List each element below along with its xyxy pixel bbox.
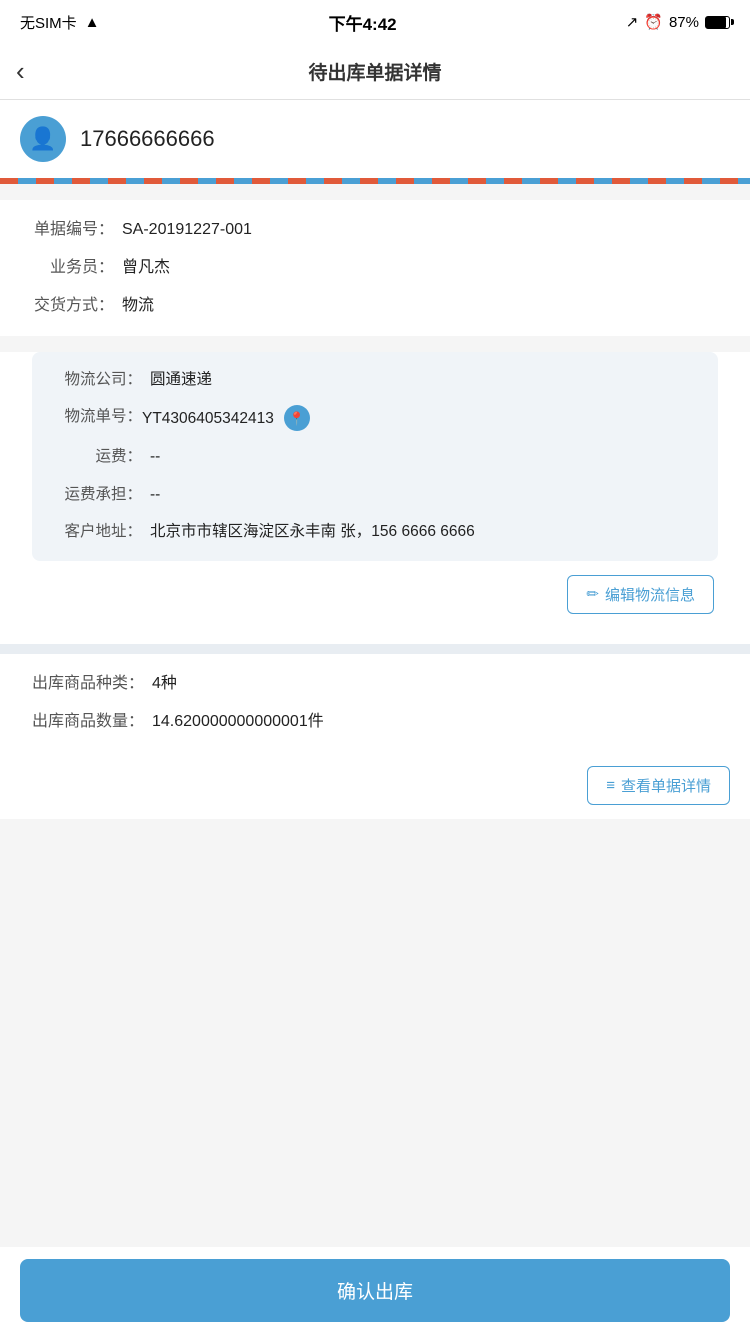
tracking-location-icon[interactable]: 📍 xyxy=(284,405,310,431)
status-bar: 无SIM卡 ▲ 下午4:42 ↗ ⏰ 87% xyxy=(0,0,750,44)
doc-no-label: 单据编号： xyxy=(24,218,114,242)
delivery-label: 交货方式： xyxy=(24,294,114,318)
logistics-section: 物流公司： 圆通速递 物流单号： YT4306405342413 📍 运费： -… xyxy=(32,352,718,561)
inventory-quantity-value: 14.620000000000001件 xyxy=(152,710,726,734)
inventory-quantity-label: 出库商品数量： xyxy=(24,710,144,734)
wifi-icon: ▲ xyxy=(85,14,100,31)
edit-icon: ✏ xyxy=(586,585,599,603)
inventory-type-value: 4种 xyxy=(152,672,726,696)
logistics-tracking-row: 物流单号： YT4306405342413 📍 xyxy=(52,405,698,431)
edit-logistics-area: ✏ 编辑物流信息 xyxy=(16,561,734,628)
confirm-btn-wrapper: 确认出库 xyxy=(0,1247,750,1334)
address-label: 客户地址： xyxy=(52,520,142,543)
logistics-company-label: 物流公司： xyxy=(52,368,142,391)
delivery-value: 物流 xyxy=(122,294,726,318)
battery-percent: 87% xyxy=(669,14,699,31)
view-details-area: ≡ 查看单据详情 xyxy=(0,752,750,819)
salesman-label: 业务员： xyxy=(24,256,114,280)
delivery-row: 交货方式： 物流 xyxy=(24,294,726,318)
inventory-quantity-row: 出库商品数量： 14.620000000000001件 xyxy=(24,710,726,734)
edit-btn-label: 编辑物流信息 xyxy=(605,584,695,605)
alarm-icon: ⏰ xyxy=(644,13,663,31)
carrier-text: 无SIM卡 xyxy=(20,12,77,33)
freight-bear-label: 运费承担： xyxy=(52,483,142,506)
freight-row: 运费： -- xyxy=(52,445,698,468)
doc-no-row: 单据编号： SA-20191227-001 xyxy=(24,218,726,242)
view-icon: ≡ xyxy=(606,777,615,794)
freight-label: 运费： xyxy=(52,445,142,468)
doc-no-value: SA-20191227-001 xyxy=(122,218,726,242)
doc-info-section: 单据编号： SA-20191227-001 业务员： 曾凡杰 交货方式： 物流 xyxy=(0,200,750,336)
logistics-tracking-label: 物流单号： xyxy=(52,405,142,428)
salesman-row: 业务员： 曾凡杰 xyxy=(24,256,726,280)
dashed-divider xyxy=(0,178,750,184)
view-details-button[interactable]: ≡ 查看单据详情 xyxy=(587,766,730,805)
edit-logistics-button[interactable]: ✏ 编辑物流信息 xyxy=(567,575,714,614)
section-separator xyxy=(0,644,750,654)
logistics-tracking-value: YT4306405342413 xyxy=(142,407,274,430)
logistics-company-value: 圆通速递 xyxy=(150,368,698,391)
customer-header: 👤 17666666666 xyxy=(0,100,750,178)
back-button[interactable]: ‹ xyxy=(16,56,25,87)
page-title: 待出库单据详情 xyxy=(308,58,441,85)
inventory-type-row: 出库商品种类： 4种 xyxy=(24,672,726,696)
avatar-icon: 👤 xyxy=(29,126,56,152)
freight-bear-value: -- xyxy=(150,483,698,506)
status-time: 下午4:42 xyxy=(329,10,397,35)
inventory-type-label: 出库商品种类： xyxy=(24,672,144,696)
freight-bear-row: 运费承担： -- xyxy=(52,483,698,506)
address-row: 客户地址： 北京市市辖区海淀区永丰南 张，156 6666 6666 xyxy=(52,520,698,545)
inventory-section: 出库商品种类： 4种 出库商品数量： 14.620000000000001件 xyxy=(0,654,750,752)
logistics-company-row: 物流公司： 圆通速递 xyxy=(52,368,698,391)
address-value: 北京市市辖区海淀区永丰南 张，156 6666 6666 xyxy=(150,520,698,545)
location-icon: ↗ xyxy=(626,13,639,31)
avatar: 👤 xyxy=(20,116,66,162)
view-btn-label: 查看单据详情 xyxy=(621,775,711,796)
customer-phone: 17666666666 xyxy=(80,126,215,152)
battery-icon xyxy=(705,16,730,29)
confirm-outbound-button[interactable]: 确认出库 xyxy=(20,1259,730,1322)
content-spacer xyxy=(0,819,750,999)
status-right: ↗ ⏰ 87% xyxy=(626,13,730,31)
status-left: 无SIM卡 ▲ xyxy=(20,12,100,33)
salesman-value: 曾凡杰 xyxy=(122,256,726,280)
freight-value: -- xyxy=(150,445,698,468)
nav-bar: ‹ 待出库单据详情 xyxy=(0,44,750,100)
